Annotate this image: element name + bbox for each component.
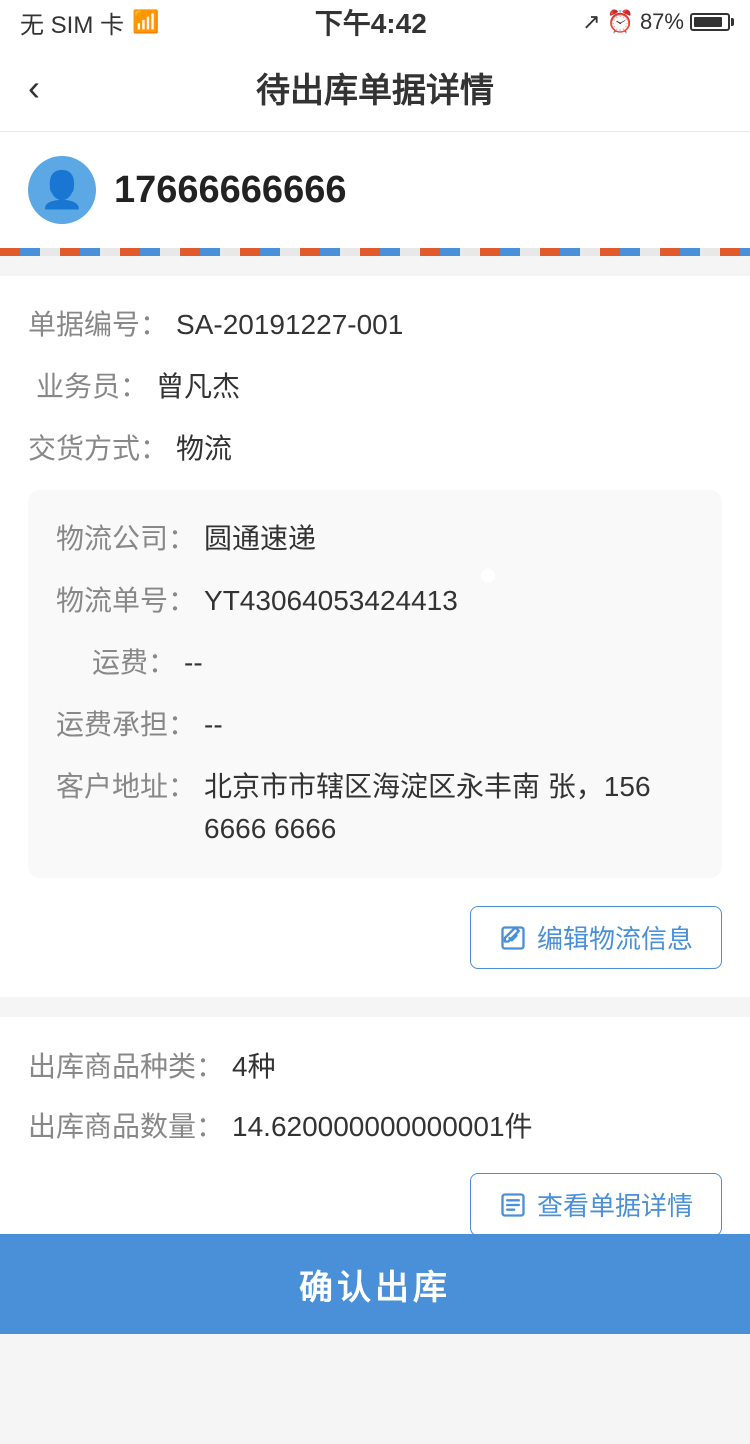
logistics-company-row: 物流公司： 圆通速递 bbox=[56, 518, 694, 560]
order-no-value: SA-20191227-001 bbox=[176, 304, 722, 346]
avatar: 👤 bbox=[28, 156, 96, 224]
tracking-row: 物流单号： YT43064053424413 bbox=[56, 580, 694, 622]
view-details-label: 查看单据详情 bbox=[537, 1186, 693, 1223]
confirm-bar[interactable]: 确认出库 bbox=[0, 1234, 750, 1334]
edit-icon bbox=[499, 924, 527, 952]
order-info-section: 单据编号： SA-20191227-001 业务员： 曾凡杰 交货方式： 物流 … bbox=[0, 276, 750, 997]
goods-types-label: 出库商品种类： bbox=[28, 1045, 224, 1085]
location-icon: ↗ bbox=[582, 9, 600, 35]
confirm-button-label: 确认出库 bbox=[299, 1260, 451, 1309]
delivery-value: 物流 bbox=[176, 428, 722, 470]
salesman-value: 曾凡杰 bbox=[156, 366, 722, 408]
goods-section: 出库商品种类： 4种 出库商品数量： 14.620000000000001件 查… bbox=[0, 1017, 750, 1264]
tracking-value: YT43064053424413 bbox=[204, 580, 694, 622]
order-no-label: 单据编号： bbox=[28, 304, 168, 346]
freight-bearer-value: -- bbox=[204, 704, 694, 746]
back-button[interactable]: ‹ bbox=[28, 67, 40, 109]
goods-quantity-label: 出库商品数量： bbox=[28, 1105, 224, 1145]
edit-btn-label: 编辑物流信息 bbox=[537, 919, 693, 956]
customer-header: 👤 17666666666 bbox=[0, 132, 750, 248]
logistics-company-value: 圆通速递 bbox=[204, 518, 694, 560]
tracking-no-text: YT43064053424413 bbox=[204, 580, 458, 622]
logistics-card: 物流公司： 圆通速递 物流单号： YT43064053424413 运费： --… bbox=[28, 490, 722, 878]
user-icon: 👤 bbox=[40, 169, 85, 211]
alarm-icon: ⏰ bbox=[607, 9, 634, 35]
battery-percent: 87% bbox=[640, 9, 684, 35]
goods-types-row: 出库商品种类： 4种 bbox=[28, 1045, 722, 1085]
freight-value: -- bbox=[184, 642, 694, 684]
nav-bar: ‹ 待出库单据详情 bbox=[0, 44, 750, 132]
delivery-row: 交货方式： 物流 bbox=[28, 428, 722, 470]
battery-icon bbox=[690, 13, 730, 31]
status-time: 下午4:42 bbox=[315, 2, 427, 42]
status-right: ↗ ⏰ 87% bbox=[582, 9, 730, 35]
freight-label: 运费： bbox=[56, 642, 176, 684]
freight-bearer-row: 运费承担： -- bbox=[56, 704, 694, 746]
goods-types-value: 4种 bbox=[232, 1045, 276, 1085]
logistics-company-label: 物流公司： bbox=[56, 518, 196, 560]
order-no-row: 单据编号： SA-20191227-001 bbox=[28, 304, 722, 346]
page-title: 待出库单据详情 bbox=[256, 63, 494, 112]
salesman-label: 业务员： bbox=[28, 366, 148, 408]
dashed-divider bbox=[0, 248, 750, 256]
location-pin-icon bbox=[462, 576, 513, 627]
goods-quantity-row: 出库商品数量： 14.620000000000001件 bbox=[28, 1105, 722, 1145]
edit-btn-wrap: 编辑物流信息 bbox=[28, 906, 722, 969]
freight-bearer-label: 运费承担： bbox=[56, 704, 196, 746]
customer-phone: 17666666666 bbox=[114, 169, 346, 212]
status-left: 无 SIM 卡 📶 bbox=[20, 5, 159, 40]
goods-quantity-value: 14.620000000000001件 bbox=[232, 1105, 533, 1145]
document-icon bbox=[499, 1191, 527, 1219]
address-value: 北京市市辖区海淀区永丰南 张，156 6666 6666 bbox=[204, 766, 694, 850]
salesman-row: 业务员： 曾凡杰 bbox=[28, 366, 722, 408]
carrier-text: 无 SIM 卡 bbox=[20, 5, 124, 40]
view-details-button[interactable]: 查看单据详情 bbox=[470, 1173, 722, 1236]
freight-row: 运费： -- bbox=[56, 642, 694, 684]
status-bar: 无 SIM 卡 📶 下午4:42 ↗ ⏰ 87% bbox=[0, 0, 750, 44]
delivery-label: 交货方式： bbox=[28, 428, 168, 470]
tracking-label: 物流单号： bbox=[56, 580, 196, 622]
address-label: 客户地址： bbox=[56, 766, 196, 808]
address-row: 客户地址： 北京市市辖区海淀区永丰南 张，156 6666 6666 bbox=[56, 766, 694, 850]
view-btn-wrap: 查看单据详情 bbox=[28, 1173, 722, 1236]
wifi-icon: 📶 bbox=[132, 9, 159, 35]
edit-logistics-button[interactable]: 编辑物流信息 bbox=[470, 906, 722, 969]
